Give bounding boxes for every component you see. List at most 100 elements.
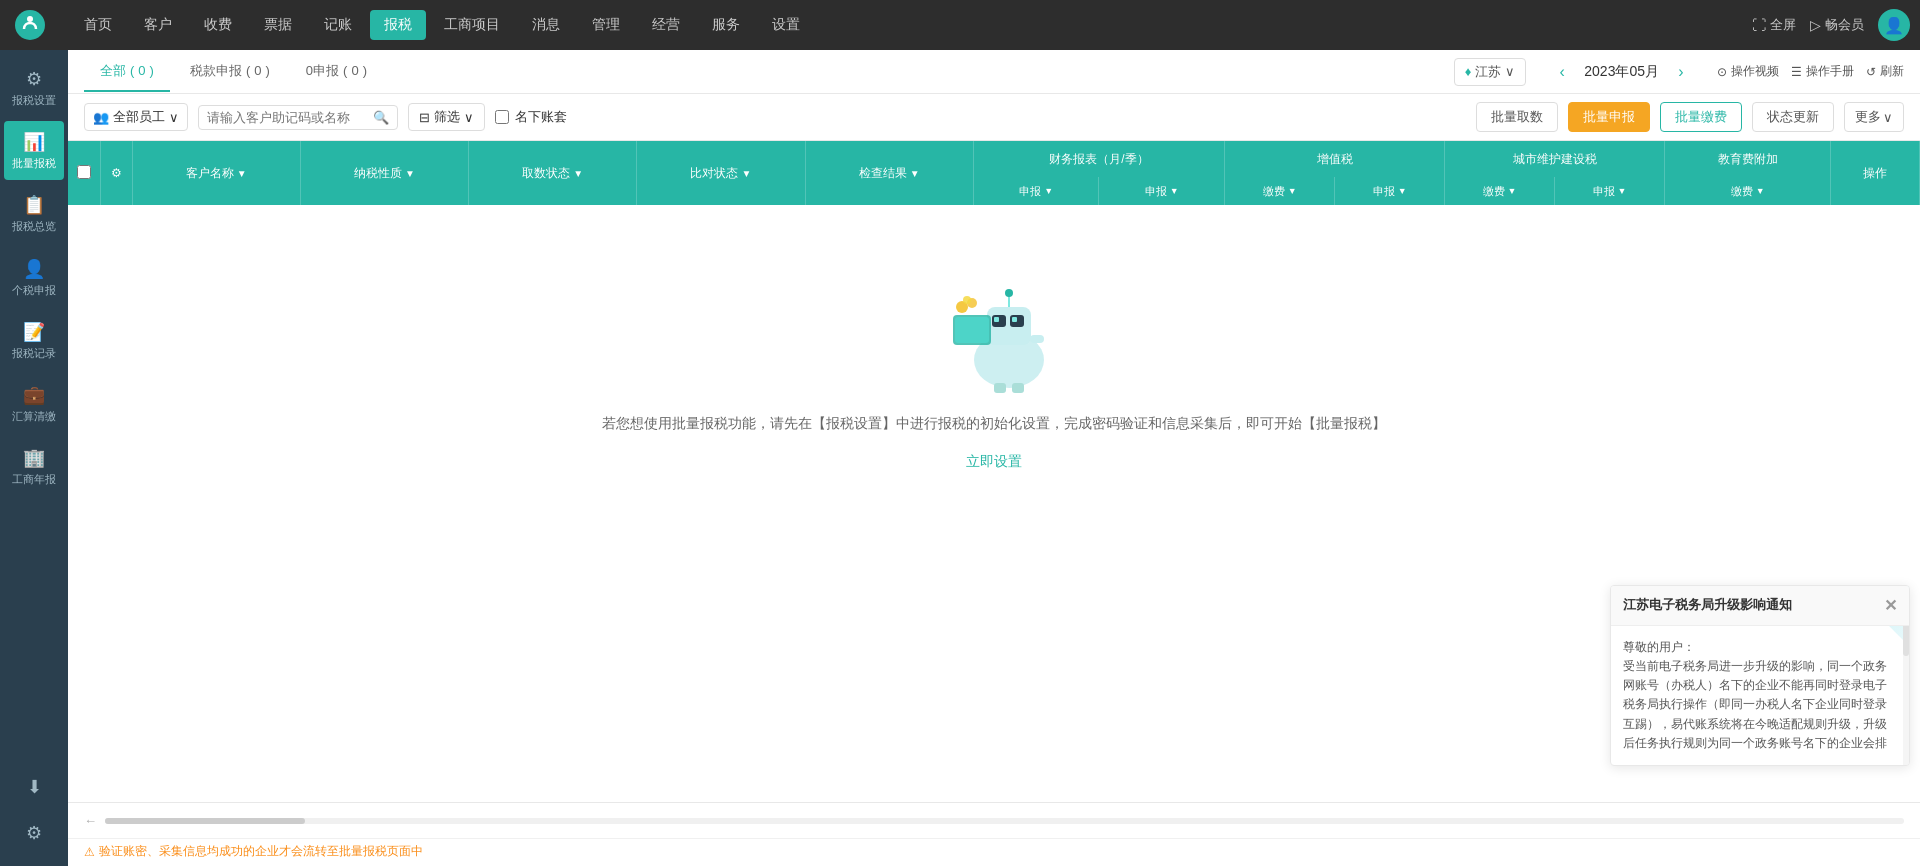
more-button[interactable]: 更多 ∨ — [1844, 102, 1904, 132]
sidebar-item-download[interactable]: ⬇ — [4, 766, 64, 808]
sidebar-item-settings[interactable]: ⚙ — [4, 812, 64, 854]
svg-rect-17 — [994, 383, 1006, 393]
sidebar-item-batch-tax[interactable]: 📊 批量报税 — [4, 121, 64, 180]
sidebar-item-personal-tax[interactable]: 👤 个税申报 — [4, 248, 64, 307]
filter-icon-nature[interactable]: ▼ — [405, 168, 415, 179]
svg-rect-13 — [955, 317, 989, 343]
batch-pay-button[interactable]: 批量缴费 — [1660, 102, 1742, 132]
operation-manual-link[interactable]: ☰ 操作手册 — [1791, 63, 1854, 80]
batch-fetch-button[interactable]: 批量取数 — [1476, 102, 1558, 132]
left-scroll-arrow[interactable]: ← — [84, 813, 97, 828]
tab-all[interactable]: 全部 ( 0 ) — [84, 52, 170, 92]
account-checkbox-label: 名下账套 — [515, 108, 567, 126]
vip-button[interactable]: ▷ 畅会员 — [1810, 16, 1864, 34]
search-input[interactable] — [207, 110, 367, 125]
setup-link[interactable]: 立即设置 — [966, 453, 1022, 471]
nav-customer[interactable]: 客户 — [130, 10, 186, 40]
notification-close-button[interactable]: ✕ — [1884, 596, 1897, 615]
refresh-icon: ↺ — [1866, 65, 1876, 79]
staff-selector[interactable]: 👥 全部员工 ∨ — [84, 103, 188, 131]
nav-operation[interactable]: 经营 — [638, 10, 694, 40]
nav-message[interactable]: 消息 — [518, 10, 574, 40]
notification-content: 受当前电子税务局进一步升级的影响，同一个政务网账号（办税人）名下的企业不能再同时… — [1623, 657, 1897, 753]
sidebar-item-tax-settings[interactable]: ⚙ 报税设置 — [4, 58, 64, 117]
filter-icon-check[interactable]: ▼ — [910, 168, 920, 179]
gear-icon[interactable]: ⚙ — [111, 166, 122, 180]
filter-icon-fetch[interactable]: ▼ — [573, 168, 583, 179]
tab-zero[interactable]: 0申报 ( 0 ) — [290, 52, 383, 92]
nav-settings[interactable]: 设置 — [758, 10, 814, 40]
notification-title: 江苏电子税务局升级影响通知 — [1623, 596, 1792, 614]
operation-video-link[interactable]: ⊙ 操作视频 — [1717, 63, 1779, 80]
refresh-link[interactable]: ↺ 刷新 — [1866, 63, 1904, 80]
tab-declare[interactable]: 税款申报 ( 0 ) — [174, 52, 286, 92]
col-education-fee: 教育费附加 — [1665, 141, 1831, 177]
empty-state: 若您想使用批量报税功能，请先在【报税设置】中进行报税的初始化设置，完成密码验证和… — [68, 205, 1920, 531]
svg-rect-6 — [994, 317, 999, 322]
sidebar: ⚙ 报税设置 📊 批量报税 📋 报税总览 👤 个税申报 📝 报税记录 💼 汇算清… — [0, 50, 68, 866]
col-fetch-status: 取数状态 ▼ — [469, 141, 637, 205]
tab-declare-count: ( — [246, 63, 250, 78]
svg-rect-11 — [1030, 335, 1044, 343]
nav-home[interactable]: 首页 — [70, 10, 126, 40]
bottom-bar: ← — [68, 802, 1920, 838]
nav-accounting[interactable]: 记账 — [310, 10, 366, 40]
sidebar-item-annual-report[interactable]: 🏢 工商年报 — [4, 437, 64, 496]
refresh-label: 刷新 — [1880, 63, 1904, 80]
filter-button[interactable]: ⊟ 筛选 ∨ — [408, 103, 485, 131]
sidebar-label-annual-report: 工商年报 — [12, 473, 56, 486]
nav-management[interactable]: 管理 — [578, 10, 634, 40]
svg-rect-7 — [1012, 317, 1017, 322]
tax-settings-icon: ⚙ — [26, 68, 42, 90]
sidebar-item-annual-settlement[interactable]: 💼 汇算清缴 — [4, 374, 64, 433]
nav-industry[interactable]: 工商项目 — [430, 10, 514, 40]
filter-icon-vat-pay[interactable]: ▼ — [1288, 186, 1297, 196]
filter-icon-edu-declare[interactable]: ▼ — [1618, 186, 1627, 196]
filter-icon-edu-pay[interactable]: ▼ — [1756, 186, 1765, 196]
top-navigation: 首页 客户 收费 票据 记账 报税 工商项目 消息 管理 经营 服务 设置 ⛶ … — [0, 0, 1920, 50]
account-checkbox-wrap[interactable]: 名下账套 — [495, 108, 567, 126]
filter-icon-compare[interactable]: ▼ — [741, 168, 751, 179]
prev-month-button[interactable]: ‹ — [1550, 60, 1574, 84]
notification-body: 尊敬的用户： 受当前电子税务局进一步升级的影响，同一个政务网账号（办税人）名下的… — [1611, 626, 1909, 765]
user-avatar[interactable]: 👤 — [1878, 9, 1910, 41]
tab-all-count: ( — [130, 63, 134, 78]
select-all-checkbox[interactable] — [77, 165, 91, 179]
tax-overview-icon: 📋 — [23, 194, 45, 216]
col-compare-status: 比对状态 ▼ — [637, 141, 805, 205]
current-month: 2023年05月 — [1584, 63, 1659, 81]
sidebar-item-tax-records[interactable]: 📝 报税记录 — [4, 311, 64, 370]
filter-icon-f-declare[interactable]: ▼ — [1044, 186, 1053, 196]
nav-right: ⛶ 全屏 ▷ 畅会员 👤 — [1752, 9, 1910, 41]
filter-icon-city-declare[interactable]: ▼ — [1398, 186, 1407, 196]
nav-tax[interactable]: 报税 — [370, 10, 426, 40]
sidebar-label-batch-tax: 批量报税 — [12, 157, 56, 170]
logo[interactable] — [10, 5, 50, 45]
status-update-button[interactable]: 状态更新 — [1752, 102, 1834, 132]
filter-icon-city-pay[interactable]: ▼ — [1508, 186, 1517, 196]
nav-service[interactable]: 服务 — [698, 10, 754, 40]
fullscreen-button[interactable]: ⛶ 全屏 — [1752, 16, 1796, 34]
manual-label: 操作手册 — [1806, 63, 1854, 80]
province-selector[interactable]: ♦ 江苏 ∨ — [1454, 58, 1527, 86]
sidebar-label-tax-overview: 报税总览 — [12, 220, 56, 233]
account-checkbox[interactable] — [495, 110, 509, 124]
next-month-button[interactable]: › — [1669, 60, 1693, 84]
fullscreen-icon: ⛶ — [1752, 17, 1766, 33]
tab-declare-end: ) — [266, 63, 270, 78]
nav-fee[interactable]: 收费 — [190, 10, 246, 40]
settings-icon: ⚙ — [26, 822, 42, 844]
sidebar-item-tax-overview[interactable]: 📋 报税总览 — [4, 184, 64, 243]
sub-col-city-pay: 缴费 ▼ — [1445, 177, 1555, 205]
sub-col-edu-pay: 缴费 ▼ — [1665, 177, 1831, 205]
filter-icon-vat-declare[interactable]: ▼ — [1170, 186, 1179, 196]
filter-icon-customer[interactable]: ▼ — [237, 168, 247, 179]
tabs-actions: ⊙ 操作视频 ☰ 操作手册 ↺ 刷新 — [1717, 63, 1904, 80]
sidebar-bottom: ⬇ ⚙ — [0, 766, 68, 866]
nav-invoice[interactable]: 票据 — [250, 10, 306, 40]
col-tax-nature: 纳税性质 ▼ — [300, 141, 468, 205]
sub-col-financial-declare: 申报 ▼ — [973, 177, 1099, 205]
col-check-result: 检查结果 ▼ — [805, 141, 973, 205]
search-icon[interactable]: 🔍 — [373, 110, 389, 125]
batch-declare-button[interactable]: 批量申报 — [1568, 102, 1650, 132]
